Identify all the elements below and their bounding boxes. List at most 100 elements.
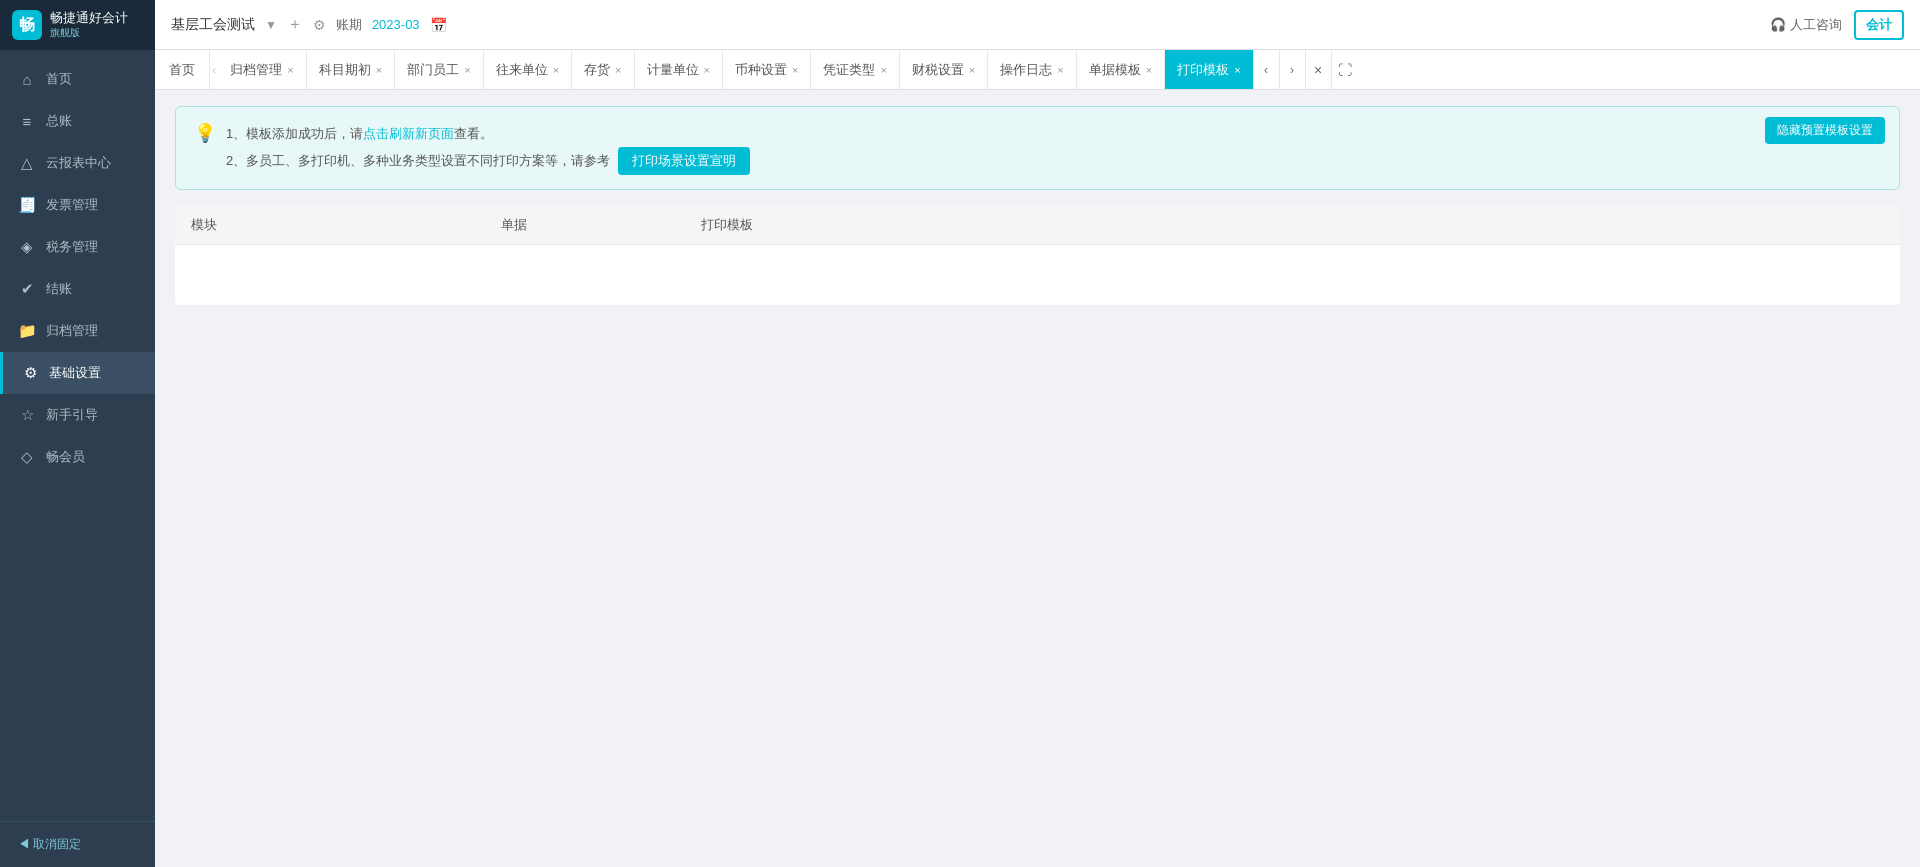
tab-customer-label: 往来单位 [496, 61, 548, 79]
sidebar-label-closing: 结账 [46, 280, 72, 298]
table-body [175, 245, 1900, 305]
logo-icon: 畅 [12, 10, 42, 40]
logo-sub: 旗舰版 [50, 26, 128, 40]
closing-icon: ✔ [18, 280, 36, 298]
tab-expand-btn[interactable]: ⛶ [1332, 50, 1358, 89]
sidebar-item-reports[interactable]: △ 云报表中心 [0, 142, 155, 184]
tab-currency-close[interactable]: × [792, 64, 798, 76]
unpin-sidebar[interactable]: ◀ 取消固定 [0, 821, 155, 867]
tab-next-btn[interactable]: › [1280, 50, 1306, 89]
vip-icon: ◇ [18, 448, 36, 466]
accountant-button[interactable]: 会计 [1854, 10, 1904, 40]
sidebar-item-invoice[interactable]: 🧾 发票管理 [0, 184, 155, 226]
th-template: 打印模板 [685, 206, 1900, 244]
sidebar-item-closing[interactable]: ✔ 结账 [0, 268, 155, 310]
th-doc: 单据 [485, 206, 685, 244]
tab-subject-init-close[interactable]: × [376, 64, 382, 76]
tab-prev-btn[interactable]: ‹ [1254, 50, 1280, 89]
settings-icon[interactable]: ⚙ [313, 17, 326, 33]
sidebar-item-basic[interactable]: ⚙ 基础设置 [0, 352, 155, 394]
notice-content: 💡 1、模板添加成功后，请点击刷新新页面查看。 2、多员工、多打印机、多种业务类… [194, 121, 1881, 175]
tab-archive-close[interactable]: × [287, 64, 293, 76]
notice-line1: 1、模板添加成功后，请点击刷新新页面查看。 [226, 121, 750, 147]
notice-box: 隐藏预置模板设置 💡 1、模板添加成功后，请点击刷新新页面查看。 2、多员工、多… [175, 106, 1900, 190]
tab-print-template[interactable]: 打印模板 × [1165, 50, 1253, 89]
tab-tax-settings-close[interactable]: × [969, 64, 975, 76]
tab-doc-template-close[interactable]: × [1146, 64, 1152, 76]
tab-customer-close[interactable]: × [553, 64, 559, 76]
headset-icon: 🎧 [1770, 17, 1786, 32]
th-module: 模块 [175, 206, 485, 244]
sidebar-label-guide: 新手引导 [46, 406, 98, 424]
human-service-label: 人工咨询 [1790, 16, 1842, 34]
tabbar: 首页 ‹ 归档管理 × 科目期初 × 部门员工 × 往来单位 × 存货 × 计量… [155, 50, 1920, 90]
sidebar-label-reports: 云报表中心 [46, 154, 111, 172]
tab-operation-log-label: 操作日志 [1000, 61, 1052, 79]
company-name: 基层工会测试 [171, 16, 255, 34]
notice-line2: 2、多员工、多打印机、多种业务类型设置不同打印方案等，请参考 打印场景设置宣明 [226, 147, 750, 175]
tab-voucher-type[interactable]: 凭证类型 × [811, 50, 899, 89]
dropdown-icon[interactable]: ▼ [265, 18, 277, 32]
tax-icon: ◈ [18, 238, 36, 256]
tab-tax-settings-label: 财税设置 [912, 61, 964, 79]
tab-print-template-close[interactable]: × [1234, 64, 1240, 76]
tab-unit-label: 计量单位 [647, 61, 699, 79]
guide-icon: ☆ [18, 406, 36, 424]
refresh-link[interactable]: 点击刷新新页面 [363, 126, 454, 141]
sidebar-label-basic: 基础设置 [49, 364, 101, 382]
tab-unit-close[interactable]: × [704, 64, 710, 76]
period-value: 2023-03 [372, 17, 420, 32]
sidebar-item-tax[interactable]: ◈ 税务管理 [0, 226, 155, 268]
print-scene-btn[interactable]: 打印场景设置宣明 [618, 147, 750, 175]
sidebar-item-home[interactable]: ⌂ 首页 [0, 58, 155, 100]
tab-customer[interactable]: 往来单位 × [484, 50, 572, 89]
tab-close-all-btn[interactable]: × [1306, 50, 1332, 89]
content-area: 隐藏预置模板设置 💡 1、模板添加成功后，请点击刷新新页面查看。 2、多员工、多… [155, 90, 1920, 867]
calendar-icon[interactable]: 📅 [430, 17, 447, 33]
tab-inventory-label: 存货 [584, 61, 610, 79]
tab-archive[interactable]: 归档管理 × [218, 50, 306, 89]
tab-voucher-type-label: 凭证类型 [823, 61, 875, 79]
tab-operation-log[interactable]: 操作日志 × [988, 50, 1076, 89]
tab-subject-init[interactable]: 科目期初 × [307, 50, 395, 89]
sidebar-label-vip: 畅会员 [46, 448, 85, 466]
sidebar-item-guide[interactable]: ☆ 新手引导 [0, 394, 155, 436]
tab-doc-template[interactable]: 单据模板 × [1077, 50, 1165, 89]
archive-icon: 📁 [18, 322, 36, 340]
ledger-icon: ≡ [18, 113, 36, 130]
tab-inventory-close[interactable]: × [615, 64, 621, 76]
tab-currency[interactable]: 币种设置 × [723, 50, 811, 89]
sidebar-label-tax: 税务管理 [46, 238, 98, 256]
table-header: 模块 单据 打印模板 [175, 206, 1900, 245]
notice-text-block: 1、模板添加成功后，请点击刷新新页面查看。 2、多员工、多打印机、多种业务类型设… [226, 121, 750, 175]
add-company-icon[interactable]: ＋ [287, 14, 303, 35]
sidebar-label-home: 首页 [46, 70, 72, 88]
sidebar-item-vip[interactable]: ◇ 畅会员 [0, 436, 155, 478]
human-service-btn[interactable]: 🎧 人工咨询 [1770, 16, 1842, 34]
tab-subject-init-label: 科目期初 [319, 61, 371, 79]
sidebar-item-ledger[interactable]: ≡ 总账 [0, 100, 155, 142]
tab-separator: ‹ [210, 62, 218, 77]
tab-dept-staff[interactable]: 部门员工 × [395, 50, 483, 89]
reports-icon: △ [18, 154, 36, 172]
topbar: 基层工会测试 ▼ ＋ ⚙ 账期 2023-03 📅 🎧 人工咨询 会计 [155, 0, 1920, 50]
sidebar-item-archive[interactable]: 📁 归档管理 [0, 310, 155, 352]
tab-inventory[interactable]: 存货 × [572, 50, 634, 89]
tab-tax-settings[interactable]: 财税设置 × [900, 50, 988, 89]
logo-title: 畅捷通好会计 [50, 10, 128, 27]
tab-voucher-type-close[interactable]: × [880, 64, 886, 76]
tab-currency-label: 币种设置 [735, 61, 787, 79]
tab-home[interactable]: 首页 [155, 50, 210, 89]
sidebar-nav: ⌂ 首页 ≡ 总账 △ 云报表中心 🧾 发票管理 ◈ 税务管理 ✔ 结账 📁 归… [0, 50, 155, 821]
main-area: 基层工会测试 ▼ ＋ ⚙ 账期 2023-03 📅 🎧 人工咨询 会计 首页 ‹… [155, 0, 1920, 867]
tab-dept-staff-close[interactable]: × [464, 64, 470, 76]
tab-unit[interactable]: 计量单位 × [635, 50, 723, 89]
print-template-table: 模块 单据 打印模板 [175, 206, 1900, 305]
topbar-left: 基层工会测试 ▼ ＋ ⚙ 账期 2023-03 📅 [171, 14, 447, 35]
basic-icon: ⚙ [21, 364, 39, 382]
tab-operation-log-close[interactable]: × [1057, 64, 1063, 76]
tab-print-template-label: 打印模板 [1177, 61, 1229, 79]
tab-doc-template-label: 单据模板 [1089, 61, 1141, 79]
app-logo: 畅 畅捷通好会计 旗舰版 [0, 0, 155, 50]
hide-template-button[interactable]: 隐藏预置模板设置 [1765, 117, 1885, 144]
